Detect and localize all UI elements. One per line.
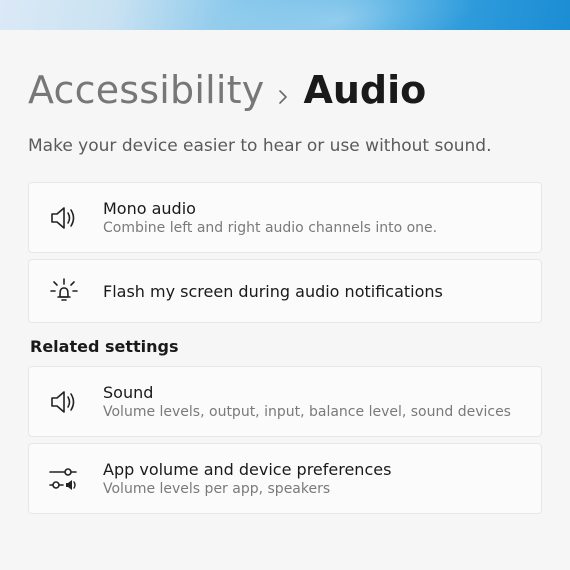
setting-title: Flash my screen during audio notificatio… <box>103 282 443 301</box>
breadcrumb: Accessibility Audio <box>28 68 542 112</box>
setting-desc: Combine left and right audio channels in… <box>103 220 437 236</box>
settings-page: Accessibility Audio Make your device eas… <box>0 30 570 514</box>
speaker-icon <box>47 387 81 417</box>
setting-title: Sound <box>103 383 511 402</box>
setting-title: App volume and device preferences <box>103 460 391 479</box>
setting-desc: Volume levels, output, input, balance le… <box>103 404 511 420</box>
setting-mono-audio[interactable]: Mono audio Combine left and right audio … <box>28 182 542 253</box>
window-titlebar <box>0 0 570 30</box>
notification-flash-icon <box>47 276 81 306</box>
mixer-icon <box>47 464 81 494</box>
chevron-right-icon <box>278 89 289 105</box>
setting-text: Mono audio Combine left and right audio … <box>103 199 437 236</box>
speaker-icon <box>47 203 81 233</box>
breadcrumb-parent[interactable]: Accessibility <box>28 68 264 112</box>
setting-title: Mono audio <box>103 199 437 218</box>
setting-desc: Volume levels per app, speakers <box>103 481 391 497</box>
page-subtitle: Make your device easier to hear or use w… <box>28 136 542 156</box>
setting-text: App volume and device preferences Volume… <box>103 460 391 497</box>
related-settings-header: Related settings <box>30 337 542 356</box>
related-app-volume[interactable]: App volume and device preferences Volume… <box>28 443 542 514</box>
setting-flash-screen[interactable]: Flash my screen during audio notificatio… <box>28 259 542 323</box>
related-sound[interactable]: Sound Volume levels, output, input, bala… <box>28 366 542 437</box>
setting-text: Sound Volume levels, output, input, bala… <box>103 383 511 420</box>
setting-text: Flash my screen during audio notificatio… <box>103 282 443 301</box>
page-title: Audio <box>303 68 426 112</box>
